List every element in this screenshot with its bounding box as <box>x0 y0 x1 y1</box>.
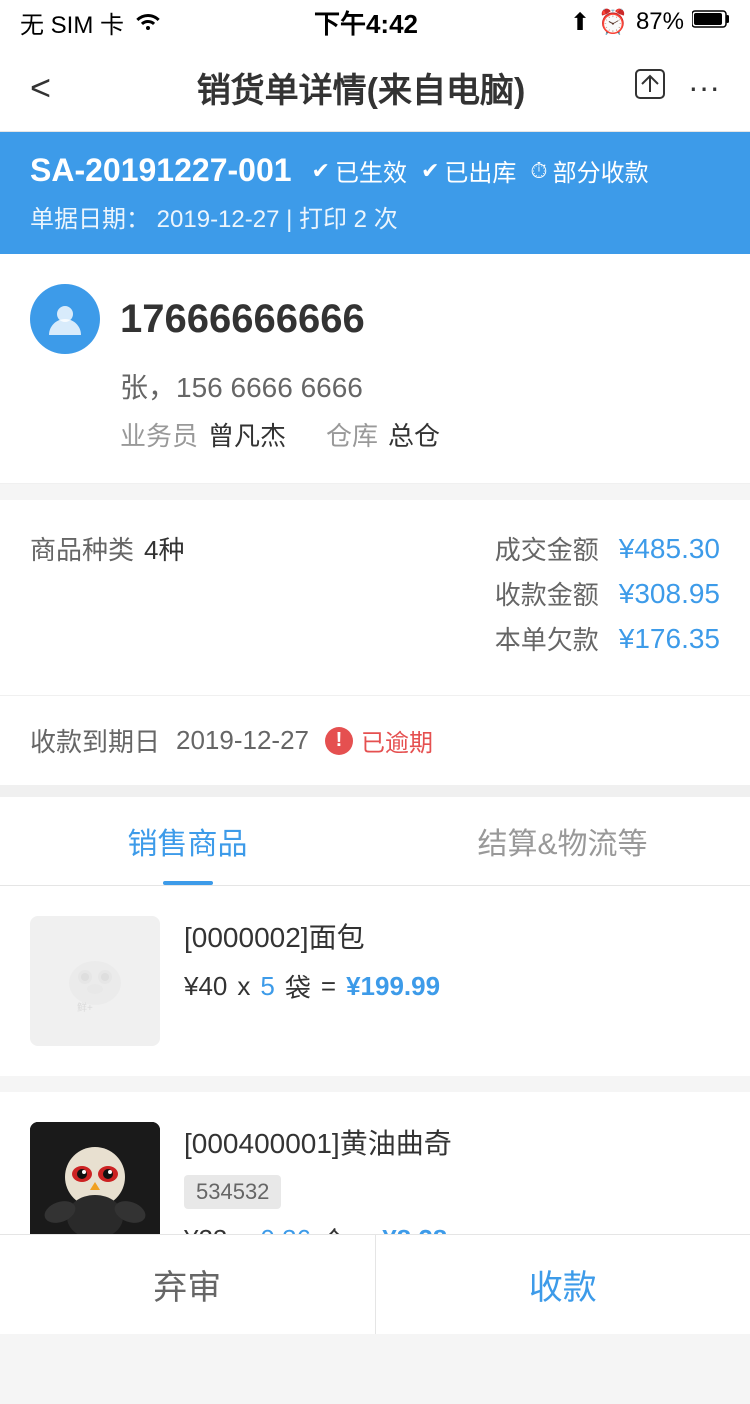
product-item: 鲜+ [0000002]面包 ¥40 x 5 袋 = ¥199.99 <box>0 886 750 1076</box>
warehouse-value: 总仓 <box>388 416 440 453</box>
product-price-value-1: ¥40 <box>184 971 227 1002</box>
product-price-1: ¥40 x 5 袋 = ¥199.99 <box>184 968 720 1005</box>
effective-icon: ✔ <box>312 158 330 184</box>
product-name-2: [000400001]黄油曲奇 <box>184 1122 720 1162</box>
product-list: 鲜+ [0000002]面包 ¥40 x 5 袋 = ¥199.99 <box>0 886 750 1288</box>
status-right: ⬆ ⏰ 87% <box>570 8 730 37</box>
product-unit-1: 袋 <box>285 968 311 1005</box>
due-date-section: 收款到期日 2019-12-27 ! 已逾期 <box>0 696 750 797</box>
carrier-text: 无 SIM 卡 <box>20 5 124 40</box>
customer-section: 17666666666 张，156 6666 6666 业务员 曾凡杰 仓库 总… <box>0 254 750 484</box>
partial-icon: ⏱ <box>530 158 547 184</box>
due-date-value: 2019-12-27 <box>176 725 309 756</box>
status-tag-shipped: ✔ 已出库 <box>421 153 516 188</box>
received-value: ¥308.95 <box>619 578 720 610</box>
shipped-icon: ✔ <box>421 158 439 184</box>
customer-avatar <box>30 284 100 354</box>
back-button[interactable]: < <box>30 67 90 109</box>
bottom-bar: 弃审 收款 <box>0 1234 750 1334</box>
product-qty-1: 5 <box>260 971 274 1002</box>
status-partial-text: 部分收款 <box>553 153 649 188</box>
location-icon: ⬆ <box>570 8 590 37</box>
product-image-1: 鲜+ <box>30 916 160 1046</box>
battery-icon <box>692 8 730 36</box>
page-title: 销货单详情(来自电脑) <box>90 63 632 112</box>
svg-text:鲜+: 鲜+ <box>77 1001 93 1014</box>
status-tag-effective: ✔ 已生效 <box>312 153 407 188</box>
share-button[interactable] <box>632 66 668 110</box>
status-effective-text: 已生效 <box>335 153 407 188</box>
received-label: 收款金额 <box>495 575 599 612</box>
cancel-button[interactable]: 弃审 <box>0 1235 376 1334</box>
category-value: 4种 <box>144 530 184 567</box>
amount-value: ¥485.30 <box>619 533 720 565</box>
customer-meta: 业务员 曾凡杰 仓库 总仓 <box>120 416 720 453</box>
tab-products[interactable]: 销售商品 <box>0 797 375 885</box>
product-sku-2: 534532 <box>184 1175 281 1209</box>
warehouse-label: 仓库 <box>326 416 378 453</box>
customer-name: 17666666666 <box>120 297 365 342</box>
tab-settlement[interactable]: 结算&物流等 <box>375 797 750 885</box>
category-label: 商品种类 <box>30 530 134 567</box>
confirm-button[interactable]: 收款 <box>376 1235 750 1334</box>
product-name-1: [0000002]面包 <box>184 916 720 956</box>
product-total-1: ¥199.99 <box>346 971 440 1002</box>
amount-label: 成交金额 <box>495 530 599 567</box>
order-date: 单据日期： 2019-12-27 | 打印 2 次 <box>30 199 720 234</box>
summary-section: 商品种类 4种 成交金额 ¥485.30 收款金额 ¥308.95 本单欠款 ¥… <box>0 500 750 696</box>
battery-text: 87% <box>636 8 684 36</box>
nav-actions: ··· <box>632 66 720 110</box>
alarm-icon: ⏰ <box>598 8 628 37</box>
order-header-banner: SA-20191227-001 ✔ 已生效 ✔ 已出库 ⏱ 部分收款 单据日期：… <box>0 132 750 254</box>
product-image-2: powered whale <box>30 1122 160 1252</box>
nav-bar: < 销货单详情(来自电脑) ··· <box>0 44 750 132</box>
tab-products-label: 销售商品 <box>128 819 248 863</box>
overdue-text: 已逾期 <box>361 723 433 758</box>
overdue-dot-icon: ! <box>325 727 353 755</box>
product-equals-1: = <box>321 971 336 1002</box>
sales-label: 业务员 <box>120 416 198 453</box>
due-date-label: 收款到期日 <box>30 722 160 759</box>
order-id: SA-20191227-001 <box>30 152 292 189</box>
status-left: 无 SIM 卡 <box>20 5 162 40</box>
product-info-1: [0000002]面包 ¥40 x 5 袋 = ¥199.99 <box>184 916 720 1005</box>
customer-phone: 张，156 6666 6666 <box>120 366 720 406</box>
more-button[interactable]: ··· <box>688 69 720 106</box>
wifi-icon <box>134 8 162 37</box>
status-time: 下午4:42 <box>314 4 418 41</box>
status-tags: ✔ 已生效 ✔ 已出库 ⏱ 部分收款 <box>312 153 649 188</box>
tab-products-underline <box>163 881 213 885</box>
overdue-badge: ! 已逾期 <box>325 723 433 758</box>
product-multiply-1: x <box>237 971 250 1002</box>
debt-value: ¥176.35 <box>619 623 720 655</box>
status-bar: 无 SIM 卡 下午4:42 ⬆ ⏰ 87% <box>0 0 750 44</box>
sales-value: 曾凡杰 <box>208 416 286 453</box>
tabs-section: 销售商品 结算&物流等 <box>0 797 750 886</box>
status-tag-partial: ⏱ 部分收款 <box>530 153 648 188</box>
tab-settlement-label: 结算&物流等 <box>477 819 647 863</box>
status-shipped-text: 已出库 <box>444 153 516 188</box>
debt-label: 本单欠款 <box>495 620 599 657</box>
